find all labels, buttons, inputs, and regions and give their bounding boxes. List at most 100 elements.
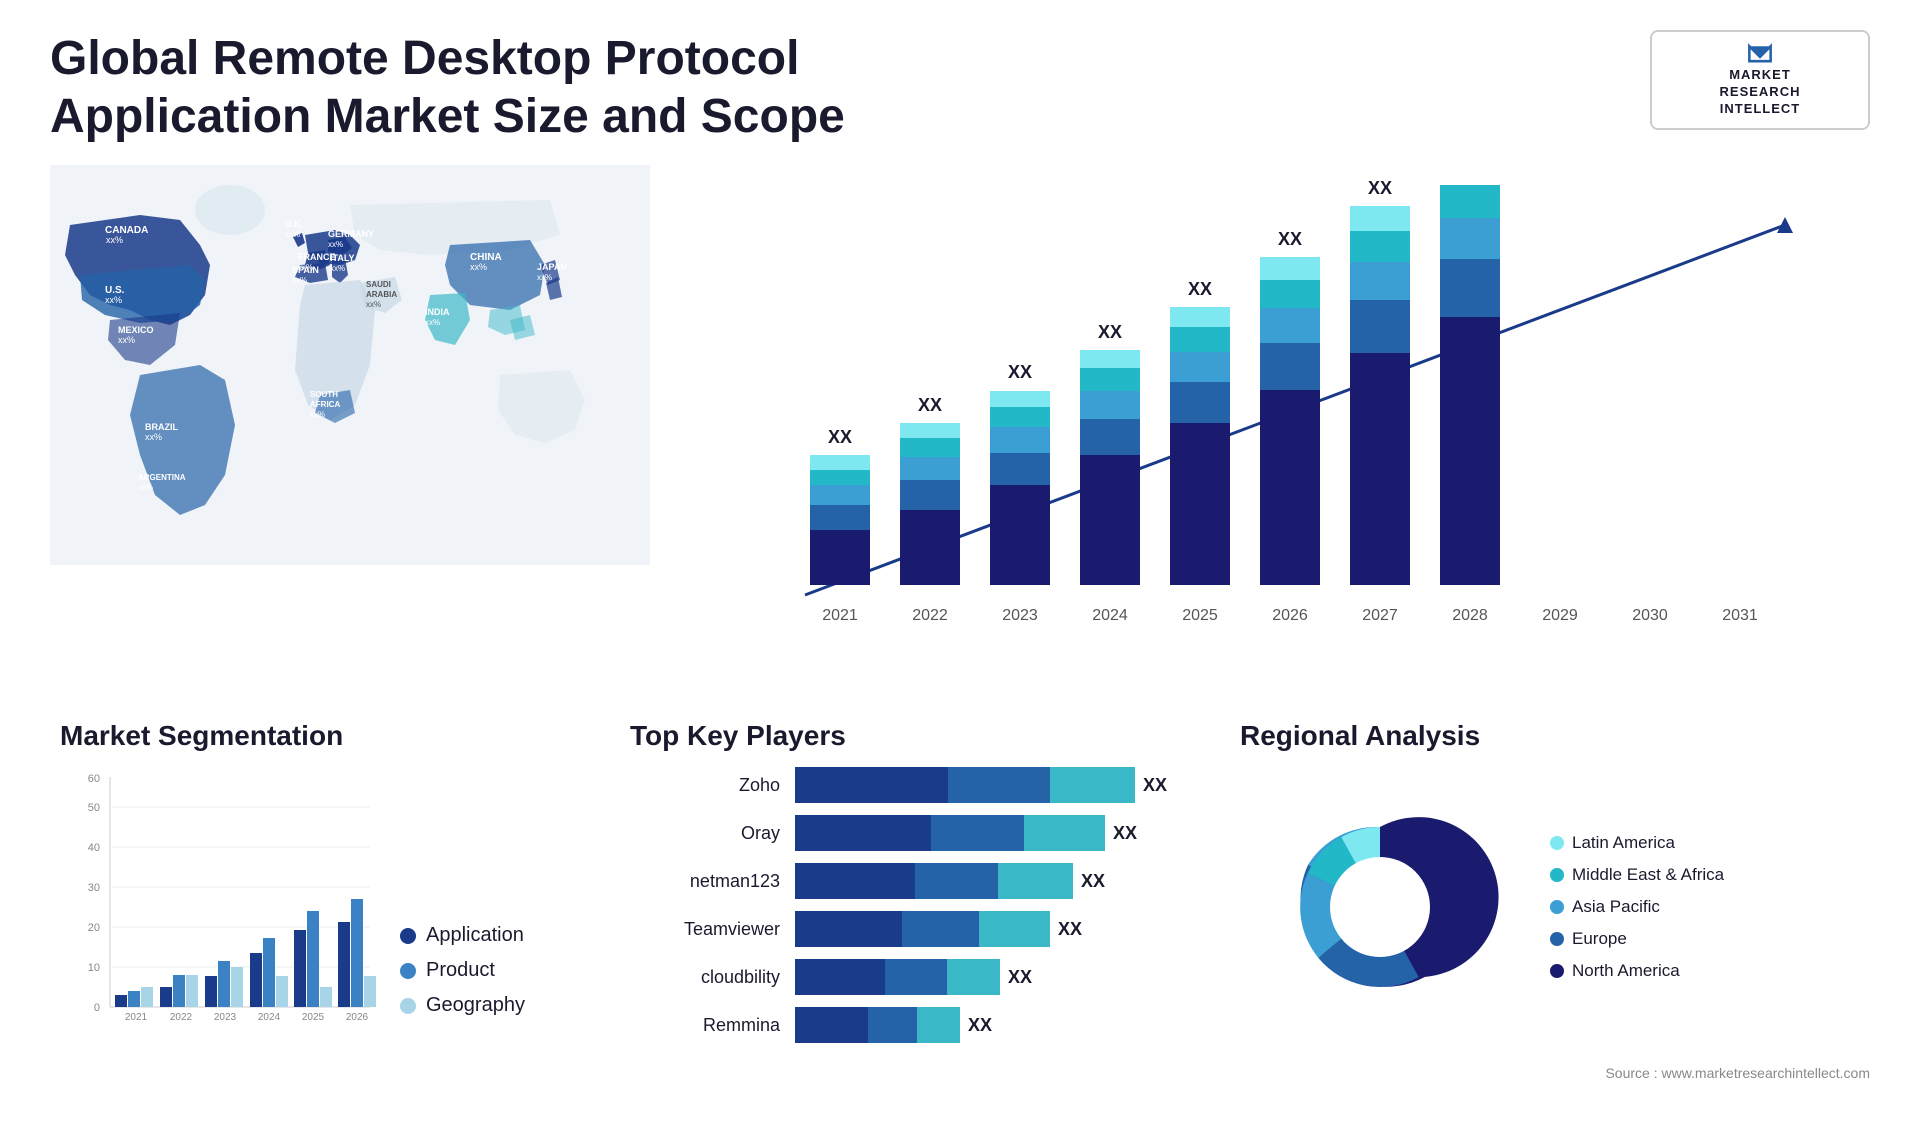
map-section: CANADA xx% U.S. xx% MEXICO xx% BRAZIL xx… xyxy=(50,165,650,700)
svg-text:xx%: xx% xyxy=(105,295,122,305)
logo-area: MARKET RESEARCH INTELLECT xyxy=(1650,30,1870,130)
svg-text:2021: 2021 xyxy=(125,1012,148,1023)
player-value-cloudbility: XX xyxy=(1008,967,1032,988)
world-map-svg: CANADA xx% U.S. xx% MEXICO xx% BRAZIL xx… xyxy=(50,165,650,565)
italy-label: ITALY xyxy=(330,253,355,263)
svg-text:ARABIA: ARABIA xyxy=(366,290,397,299)
svg-text:2026: 2026 xyxy=(346,1012,369,1023)
svg-text:2024: 2024 xyxy=(1092,607,1128,624)
logo-box: MARKET RESEARCH INTELLECT xyxy=(1650,30,1870,130)
svg-text:10: 10 xyxy=(88,962,100,974)
page: Global Remote Desktop Protocol Applicati… xyxy=(0,0,1920,1146)
svg-text:2029: 2029 xyxy=(1542,607,1578,624)
application-dot xyxy=(400,928,416,944)
svg-text:20: 20 xyxy=(88,922,100,934)
svg-text:xx%: xx% xyxy=(292,276,307,285)
player-value-remmina: XX xyxy=(968,1015,992,1036)
svg-text:2023: 2023 xyxy=(214,1012,237,1023)
reg-apac-label: Asia Pacific xyxy=(1572,897,1660,917)
svg-text:2022: 2022 xyxy=(170,1012,193,1023)
svg-text:30: 30 xyxy=(88,882,100,894)
svg-text:XX: XX xyxy=(828,427,852,447)
bottom-grid: Market Segmentation 0 10 20 30 40 50 60 xyxy=(50,720,1870,1055)
source-text: Source : www.marketresearchintellect.com xyxy=(50,1065,1870,1081)
svg-text:XX: XX xyxy=(1098,322,1122,342)
player-bar-wrap-zoho: XX xyxy=(795,767,1210,803)
seg-chart-area: 0 10 20 30 40 50 60 xyxy=(60,767,590,1047)
svg-text:xx%: xx% xyxy=(145,432,162,442)
svg-text:2028: 2028 xyxy=(1452,607,1488,624)
svg-text:xx%: xx% xyxy=(366,300,381,309)
player-name-remmina: Remmina xyxy=(630,1015,780,1036)
reg-mea: Middle East & Africa xyxy=(1550,865,1724,885)
logo-text: MARKET RESEARCH INTELLECT xyxy=(1720,67,1801,118)
seg-legend: Application Product Geography xyxy=(400,924,525,1047)
player-value-teamviewer: XX xyxy=(1058,919,1082,940)
donut-svg xyxy=(1240,767,1520,1047)
product-dot xyxy=(400,963,416,979)
svg-text:2025: 2025 xyxy=(1182,607,1218,624)
svg-text:2027: 2027 xyxy=(1362,607,1398,624)
reg-europe-label: Europe xyxy=(1572,929,1627,949)
svg-text:XX: XX xyxy=(918,395,942,415)
svg-text:XX: XX xyxy=(1188,279,1212,299)
svg-text:xx%: xx% xyxy=(138,483,153,492)
svg-text:2030: 2030 xyxy=(1632,607,1668,624)
svg-text:AFRICA: AFRICA xyxy=(310,400,340,409)
svg-text:60: 60 xyxy=(88,773,100,785)
svg-text:xx%: xx% xyxy=(330,264,345,273)
reg-latin-label: Latin America xyxy=(1572,833,1675,853)
svg-text:2023: 2023 xyxy=(1002,607,1038,624)
reg-latin-america: Latin America xyxy=(1550,833,1724,853)
reg-apac: Asia Pacific xyxy=(1550,897,1724,917)
reg-na-label: North America xyxy=(1572,961,1680,981)
legend-application: Application xyxy=(400,924,525,947)
application-label: Application xyxy=(426,924,524,947)
reg-north-america: North America xyxy=(1550,961,1724,981)
svg-text:XX: XX xyxy=(1278,229,1302,249)
player-name-teamviewer: Teamviewer xyxy=(630,919,780,940)
geography-label: Geography xyxy=(426,994,525,1017)
player-name-oray: Oray xyxy=(630,823,780,844)
reg-mea-label: Middle East & Africa xyxy=(1572,865,1724,885)
player-row-zoho: Zoho XX xyxy=(630,767,1210,803)
header: Global Remote Desktop Protocol Applicati… xyxy=(50,30,1870,145)
player-row-netman123: netman123 XX xyxy=(630,863,1210,899)
svg-text:xx%: xx% xyxy=(118,335,135,345)
saudi-label: SAUDI xyxy=(366,280,391,289)
product-label: Product xyxy=(426,959,495,982)
reg-europe: Europe xyxy=(1550,929,1724,949)
svg-text:xx%: xx% xyxy=(310,410,325,419)
player-row-remmina: Remmina XX xyxy=(630,1007,1210,1043)
svg-text:xx%: xx% xyxy=(285,230,300,239)
brazil-label: BRAZIL xyxy=(145,422,178,432)
player-row-cloudbility: cloudbility XX xyxy=(630,959,1210,995)
spain-label: SPAIN xyxy=(292,265,319,275)
india-label: INDIA xyxy=(425,307,450,317)
uk-label: U.K. xyxy=(285,219,303,229)
players-title: Top Key Players xyxy=(630,720,1210,752)
svg-text:50: 50 xyxy=(88,802,100,814)
player-row-oray: Oray XX xyxy=(630,815,1210,851)
svg-text:XX: XX xyxy=(1368,178,1392,198)
svg-text:xx%: xx% xyxy=(425,318,440,327)
segmentation-title: Market Segmentation xyxy=(60,720,590,752)
svg-text:2024: 2024 xyxy=(258,1012,281,1023)
bar-chart-svg: XX XX XX XX xyxy=(700,175,1850,655)
southafrica-label: SOUTH xyxy=(310,390,338,399)
regional-section: Regional Analysis xyxy=(1240,720,1870,1055)
segmentation-section: Market Segmentation 0 10 20 30 40 50 60 xyxy=(50,720,600,1055)
player-value-netman123: XX xyxy=(1081,871,1105,892)
donut-area: Latin America Middle East & Africa Asia … xyxy=(1240,767,1870,1047)
svg-text:2031: 2031 xyxy=(1722,607,1758,624)
svg-text:2025: 2025 xyxy=(302,1012,325,1023)
player-name-netman123: netman123 xyxy=(630,871,780,892)
seg-chart-svg: 0 10 20 30 40 50 60 xyxy=(60,767,380,1047)
svg-text:xx%: xx% xyxy=(328,240,343,249)
argentina-label: ARGENTINA xyxy=(138,473,186,482)
svg-text:2021: 2021 xyxy=(822,607,858,624)
svg-text:0: 0 xyxy=(94,1002,100,1014)
player-row-teamviewer: Teamviewer XX xyxy=(630,911,1210,947)
player-value-zoho: XX xyxy=(1143,775,1167,796)
svg-text:2022: 2022 xyxy=(912,607,948,624)
